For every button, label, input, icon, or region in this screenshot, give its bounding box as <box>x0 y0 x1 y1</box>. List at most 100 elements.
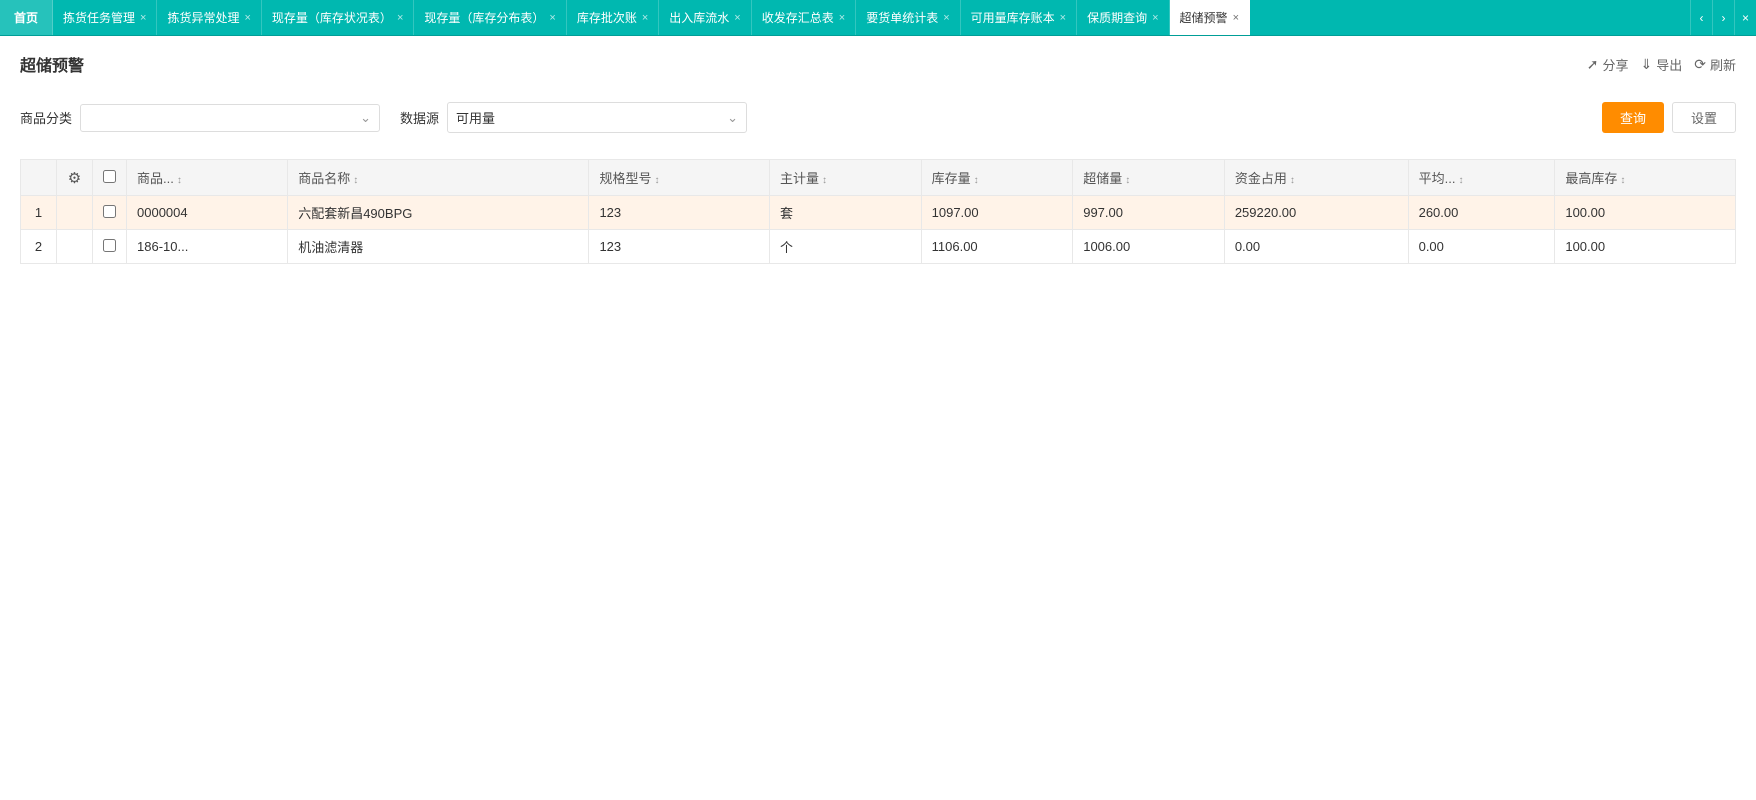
nav-tab-label: 保质期查询 <box>1087 9 1147 26</box>
share-button[interactable]: ➚ 分享 <box>1587 55 1629 74</box>
nav-tab-close[interactable]: × <box>734 12 740 24</box>
nav-tab-close[interactable]: × <box>1060 12 1066 24</box>
export-icon: ⇓ <box>1641 56 1653 73</box>
sort-icon-avg[interactable]: ↕ <box>1458 175 1463 186</box>
share-label: 分享 <box>1602 55 1628 74</box>
row-select-2[interactable] <box>103 239 116 252</box>
export-button[interactable]: ⇓ 导出 <box>1641 55 1683 74</box>
col-header-spec[interactable]: 规格型号↕ <box>589 160 770 196</box>
col-label-capital: 资金占用 <box>1235 171 1287 186</box>
col-header-capital[interactable]: 资金占用↕ <box>1224 160 1408 196</box>
nav-tab-close[interactable]: × <box>140 12 146 24</box>
col-header-product_name[interactable]: 商品名称↕ <box>288 160 589 196</box>
nav-tab-home[interactable]: 首页 <box>0 0 53 36</box>
datasource-select[interactable]: 可用量 ⌄ <box>447 102 747 133</box>
row-num-1: 1 <box>21 196 57 230</box>
nav-tab-close[interactable]: × <box>1233 12 1239 24</box>
nav-tab-label: 要货单统计表 <box>866 9 938 26</box>
row-unit-1: 套 <box>770 196 922 230</box>
nav-tab-----------[interactable]: 现存量（库存状况表）× <box>262 0 414 36</box>
row-max_stock-1: 100.00 <box>1555 196 1736 230</box>
col-label-spec: 规格型号 <box>599 171 651 186</box>
export-label: 导出 <box>1656 55 1682 74</box>
gear-settings-icon[interactable]: ⚙ <box>68 170 81 187</box>
nav-tab-------[interactable]: 要货单统计表 × <box>856 0 960 36</box>
refresh-button[interactable]: ⟳ 刷新 <box>1694 55 1736 74</box>
row-avg-1: 260.00 <box>1408 196 1555 230</box>
row-stock-1: 1097.00 <box>921 196 1073 230</box>
nav-arrow-right[interactable]: › <box>1712 0 1734 36</box>
nav-tab-close[interactable]: × <box>549 12 555 24</box>
table-header-row: ⚙商品...↕商品名称↕规格型号↕主计量↕库存量↕超储量↕资金占用↕平均...↕… <box>21 160 1736 196</box>
nav-tab-label: 拣货异常处理 <box>167 9 239 26</box>
col-label-max_stock: 最高库存 <box>1565 171 1617 186</box>
category-label: 商品分类 <box>20 108 72 127</box>
row-select-1[interactable] <box>103 205 116 218</box>
col-label-product_code: 商品... <box>137 171 174 186</box>
page-header: 超储预警 ➚ 分享 ⇓ 导出 ⟳ 刷新 <box>20 52 1736 76</box>
select-all-checkbox[interactable] <box>103 170 116 183</box>
sort-icon-spec[interactable]: ↕ <box>654 175 659 186</box>
category-select[interactable]: ⌄ <box>80 104 380 132</box>
nav-tab-------[interactable]: 拣货任务管理× <box>53 0 157 36</box>
nav-tab-------[interactable]: 拣货异常处理 × <box>157 0 261 36</box>
col-header-gear: ⚙ <box>57 160 93 196</box>
nav-tab-----------[interactable]: 现存量（库存分布表）× <box>414 0 566 36</box>
row-product_name-1: 六配套新昌490BPG <box>288 196 589 230</box>
query-button[interactable]: 查询 <box>1602 102 1664 133</box>
filter-area: 商品分类 ⌄ 数据源 可用量 ⌄ 查询 设置 <box>20 92 1736 143</box>
col-header-overstock[interactable]: 超储量↕ <box>1073 160 1225 196</box>
sort-icon-unit[interactable]: ↕ <box>822 175 827 186</box>
data-table: ⚙商品...↕商品名称↕规格型号↕主计量↕库存量↕超储量↕资金占用↕平均...↕… <box>20 159 1736 264</box>
filter-actions: 查询 设置 <box>1602 102 1736 133</box>
sort-icon-overstock[interactable]: ↕ <box>1125 175 1130 186</box>
nav-tab-----[interactable]: 超储预警× <box>1170 0 1250 36</box>
row-stock-2: 1106.00 <box>921 230 1073 264</box>
header-actions: ➚ 分享 ⇓ 导出 ⟳ 刷新 <box>1587 55 1736 74</box>
nav-tab--------[interactable]: 可用量库存账本× <box>961 0 1077 36</box>
nav-tab-label: 收发存汇总表 <box>762 9 834 26</box>
sort-icon-max_stock[interactable]: ↕ <box>1620 175 1625 186</box>
nav-arrow-close[interactable]: × <box>1734 0 1756 36</box>
nav-tab-label: 出入库流水 <box>669 9 729 26</box>
row-gear-1 <box>57 196 93 230</box>
nav-tab-close[interactable]: × <box>1152 12 1158 24</box>
nav-tab-close[interactable]: × <box>397 12 403 24</box>
nav-tab------[interactable]: 保质期查询 × <box>1077 0 1169 36</box>
col-header-unit[interactable]: 主计量↕ <box>770 160 922 196</box>
nav-arrow-left[interactable]: ‹ <box>1690 0 1712 36</box>
refresh-icon: ⟳ <box>1694 56 1706 73</box>
row-overstock-2: 1006.00 <box>1073 230 1225 264</box>
nav-tab-close[interactable]: × <box>943 12 949 24</box>
table-row: 10000004六配套新昌490BPG123套1097.00997.002592… <box>21 196 1736 230</box>
nav-tab-close[interactable]: × <box>642 12 648 24</box>
nav-tab-close[interactable]: × <box>839 12 845 24</box>
sort-icon-stock[interactable]: ↕ <box>974 175 979 186</box>
col-label-avg: 平均... <box>1419 171 1456 186</box>
col-header-max_stock[interactable]: 最高库存↕ <box>1555 160 1736 196</box>
settings-button[interactable]: 设置 <box>1672 102 1736 133</box>
col-header-stock[interactable]: 库存量↕ <box>921 160 1073 196</box>
row-avg-2: 0.00 <box>1408 230 1555 264</box>
sort-icon-product_name[interactable]: ↕ <box>353 175 358 186</box>
filter-datasource: 数据源 可用量 ⌄ <box>400 102 747 133</box>
row-checkbox-2[interactable] <box>93 230 127 264</box>
row-checkbox-1[interactable] <box>93 196 127 230</box>
sort-icon-capital[interactable]: ↕ <box>1290 175 1295 186</box>
datasource-label: 数据源 <box>400 108 439 127</box>
col-header-product_code[interactable]: 商品...↕ <box>127 160 288 196</box>
sort-icon-product_code[interactable]: ↕ <box>177 175 182 186</box>
home-label: 首页 <box>14 9 38 26</box>
col-label-overstock: 超储量 <box>1083 171 1122 186</box>
row-spec-2: 123 <box>589 230 770 264</box>
nav-tab-close[interactable]: × <box>244 12 250 24</box>
nav-tab------[interactable]: 出入库流水 × <box>659 0 751 36</box>
page-content: 超储预警 ➚ 分享 ⇓ 导出 ⟳ 刷新 商品分类 ⌄ 数据源 <box>0 36 1756 800</box>
col-header-avg[interactable]: 平均...↕ <box>1408 160 1555 196</box>
col-label-product_name: 商品名称 <box>298 171 350 186</box>
nav-tab-label: 库存批次账 <box>577 9 637 26</box>
nav-arrows: ‹ › × <box>1690 0 1756 36</box>
nav-tab------[interactable]: 库存批次账 × <box>567 0 659 36</box>
row-capital-1: 259220.00 <box>1224 196 1408 230</box>
nav-tab-------[interactable]: 收发存汇总表 × <box>752 0 856 36</box>
